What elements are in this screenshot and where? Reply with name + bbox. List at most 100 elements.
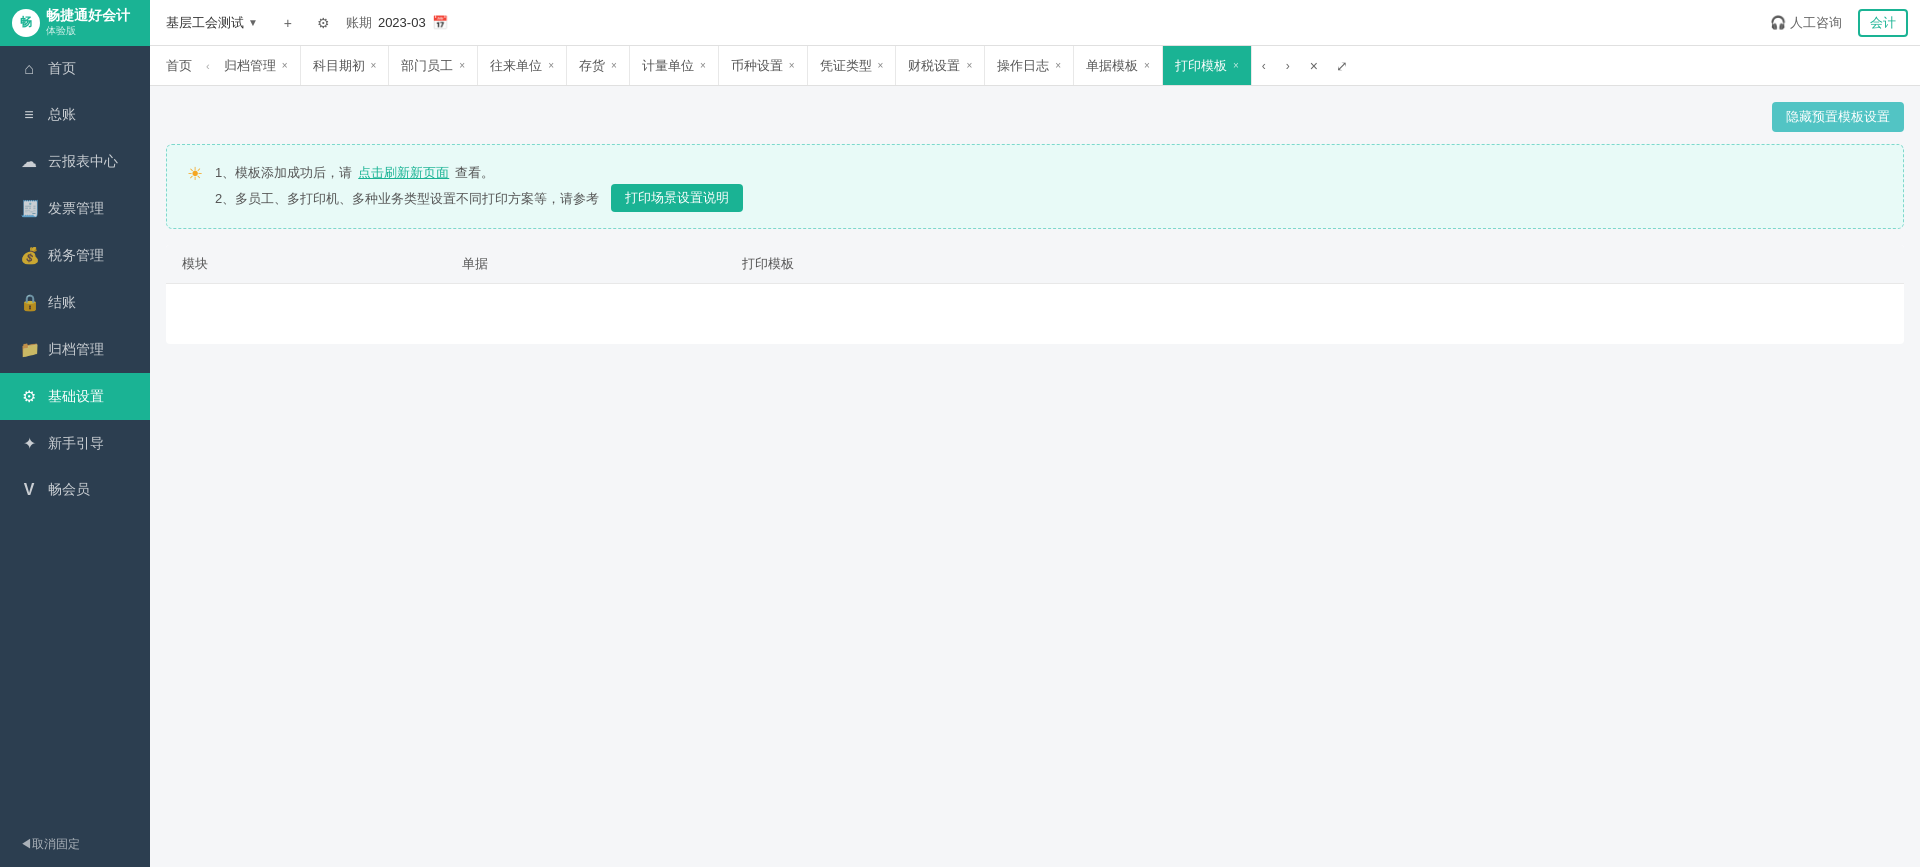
sidebar: ⌂ 首页 ≡ 总账 ☁ 云报表中心 🧾 发票管理 💰 税务管理 🔒 结账 📁 归… [0,46,150,867]
tab-tax-setting[interactable]: 财税设置 × [896,46,985,86]
tab-nav-prev-small[interactable]: ‹ [204,60,212,72]
app-sub: 体验版 [46,24,130,38]
sidebar-item-ledger[interactable]: ≡ 总账 [0,92,150,138]
app-name: 畅捷通好会计 [46,7,130,24]
sidebar-item-newbie[interactable]: ✦ 新手引导 [0,420,150,467]
company-name: 基层工会测试 [166,14,244,32]
unpin-label: ◀取消固定 [20,836,80,853]
info-line1-prefix: 1、模板添加成功后，请 [215,161,352,184]
service-button[interactable]: 🎧 人工咨询 [1762,10,1850,36]
sidebar-item-member[interactable]: V 畅会员 [0,467,150,513]
tab-op-log[interactable]: 操作日志 × [985,46,1074,86]
period-value: 2023-03 [378,15,426,30]
tab-currency-label: 币种设置 [731,57,783,75]
sidebar-item-ledger-label: 总账 [48,106,76,124]
member-icon: V [20,481,38,499]
sidebar-item-settings-label: 基础设置 [48,388,104,406]
tab-archive-mgmt-close[interactable]: × [282,60,288,71]
tab-print-template-close[interactable]: × [1233,60,1239,71]
info-line-1: 1、模板添加成功后，请 点击刷新新页面 查看。 [215,161,1883,184]
sidebar-item-reports[interactable]: ☁ 云报表中心 [0,138,150,185]
sidebar-item-invoice-label: 发票管理 [48,200,104,218]
tab-unit-close[interactable]: × [700,60,706,71]
hide-template-button[interactable]: 隐藏预置模板设置 [1772,102,1904,132]
unpin-button[interactable]: ◀取消固定 [0,822,150,867]
sidebar-item-reports-label: 云报表中心 [48,153,118,171]
tab-currency-close[interactable]: × [789,60,795,71]
tab-inventory-close[interactable]: × [611,60,617,71]
tax-icon: 💰 [20,246,38,265]
sidebar-item-newbie-label: 新手引导 [48,435,104,453]
tab-voucher-type[interactable]: 凭证类型 × [808,46,897,86]
tab-tax-setting-close[interactable]: × [966,60,972,71]
sidebar-item-invoice[interactable]: 🧾 发票管理 [0,185,150,232]
logo-icon: 畅 [12,9,40,37]
service-label: 人工咨询 [1790,14,1842,32]
period-label: 账期 [346,14,372,32]
info-text-block: 1、模板添加成功后，请 点击刷新新页面 查看。 2、多员工、多打印机、多种业务类… [215,161,1883,212]
tab-print-template-label: 打印模板 [1175,57,1227,75]
tab-archive-mgmt[interactable]: 归档管理 × [212,46,301,86]
top-bar: 畅 畅捷通好会计 体验版 基层工会测试 ▼ + ⚙ 账期 2023-03 📅 🎧… [0,0,1920,46]
sidebar-item-close-label: 结账 [48,294,76,312]
invoice-icon: 🧾 [20,199,38,218]
tab-expand[interactable]: ⤢ [1328,46,1356,86]
sidebar-item-tax[interactable]: 💰 税务管理 [0,232,150,279]
archive-icon: 📁 [20,340,38,359]
info-line-2: 2、多员工、多打印机、多种业务类型设置不同打印方案等，请参考 打印场景设置说明 [215,184,1883,212]
tab-doc-template[interactable]: 单据模板 × [1074,46,1163,86]
company-selector[interactable]: 基层工会测试 ▼ [158,10,266,36]
add-tab-button[interactable]: + [274,9,302,37]
sidebar-item-close[interactable]: 🔒 结账 [0,279,150,326]
info-line2-prefix: 2、多员工、多打印机、多种业务类型设置不同打印方案等，请参考 [215,187,599,210]
tab-print-template[interactable]: 打印模板 × [1163,46,1252,86]
close-accounts-icon: 🔒 [20,293,38,312]
tab-counterparty-close[interactable]: × [548,60,554,71]
tab-subject-init-close[interactable]: × [371,60,377,71]
chevron-down-icon: ▼ [248,17,258,28]
tab-nav-next[interactable]: › [1276,46,1300,86]
sidebar-item-archive[interactable]: 📁 归档管理 [0,326,150,373]
tab-counterparty[interactable]: 往来单位 × [478,46,567,86]
logo-initial: 畅 [20,14,32,31]
calendar-icon[interactable]: 📅 [432,15,448,30]
reports-icon: ☁ [20,152,38,171]
tab-voucher-type-label: 凭证类型 [820,57,872,75]
tab-subject-init[interactable]: 科目期初 × [301,46,390,86]
info-line1-suffix: 查看。 [455,161,494,184]
sidebar-item-settings[interactable]: ⚙ 基础设置 [0,373,150,420]
tab-op-log-close[interactable]: × [1055,60,1061,71]
tab-inventory[interactable]: 存货 × [567,46,630,86]
tab-close-all[interactable]: × [1300,46,1328,86]
explain-button[interactable]: 打印场景设置说明 [611,184,743,212]
kuaiji-button[interactable]: 会计 [1858,9,1908,37]
tab-doc-template-close[interactable]: × [1144,60,1150,71]
tab-home[interactable]: 首页 [154,57,204,75]
sidebar-item-home[interactable]: ⌂ 首页 [0,46,150,92]
settings-sidebar-icon: ⚙ [20,387,38,406]
content-area: 首页 ‹ 归档管理 × 科目期初 × 部门员工 × 往来单位 × 存货 × [150,46,1920,867]
sidebar-item-archive-label: 归档管理 [48,341,104,359]
newbie-icon: ✦ [20,434,38,453]
tab-subject-init-label: 科目期初 [313,57,365,75]
hide-template-btn-area: 隐藏预置模板设置 [166,102,1904,132]
table-col-module: 模块 [182,255,462,273]
period-area: 账期 2023-03 📅 [346,14,448,32]
page-content: 隐藏预置模板设置 ☀ 1、模板添加成功后，请 点击刷新新页面 查看。 2、多员工… [150,86,1920,867]
sidebar-item-home-label: 首页 [48,60,76,78]
tab-dept-staff[interactable]: 部门员工 × [389,46,478,86]
info-line1-link[interactable]: 点击刷新新页面 [358,161,449,184]
headset-icon: 🎧 [1770,15,1786,30]
tab-currency[interactable]: 币种设置 × [719,46,808,86]
settings-icon[interactable]: ⚙ [310,9,338,37]
home-icon: ⌂ [20,60,38,78]
tab-dept-staff-close[interactable]: × [459,60,465,71]
tab-nav-prev[interactable]: ‹ [1252,46,1276,86]
ledger-icon: ≡ [20,106,38,124]
tab-voucher-type-close[interactable]: × [878,60,884,71]
tab-doc-template-label: 单据模板 [1086,57,1138,75]
main-layout: ⌂ 首页 ≡ 总账 ☁ 云报表中心 🧾 发票管理 💰 税务管理 🔒 结账 📁 归… [0,46,1920,867]
info-box: ☀ 1、模板添加成功后，请 点击刷新新页面 查看。 2、多员工、多打印机、多种业… [166,144,1904,229]
table-col-doc: 单据 [462,255,742,273]
tab-unit[interactable]: 计量单位 × [630,46,719,86]
